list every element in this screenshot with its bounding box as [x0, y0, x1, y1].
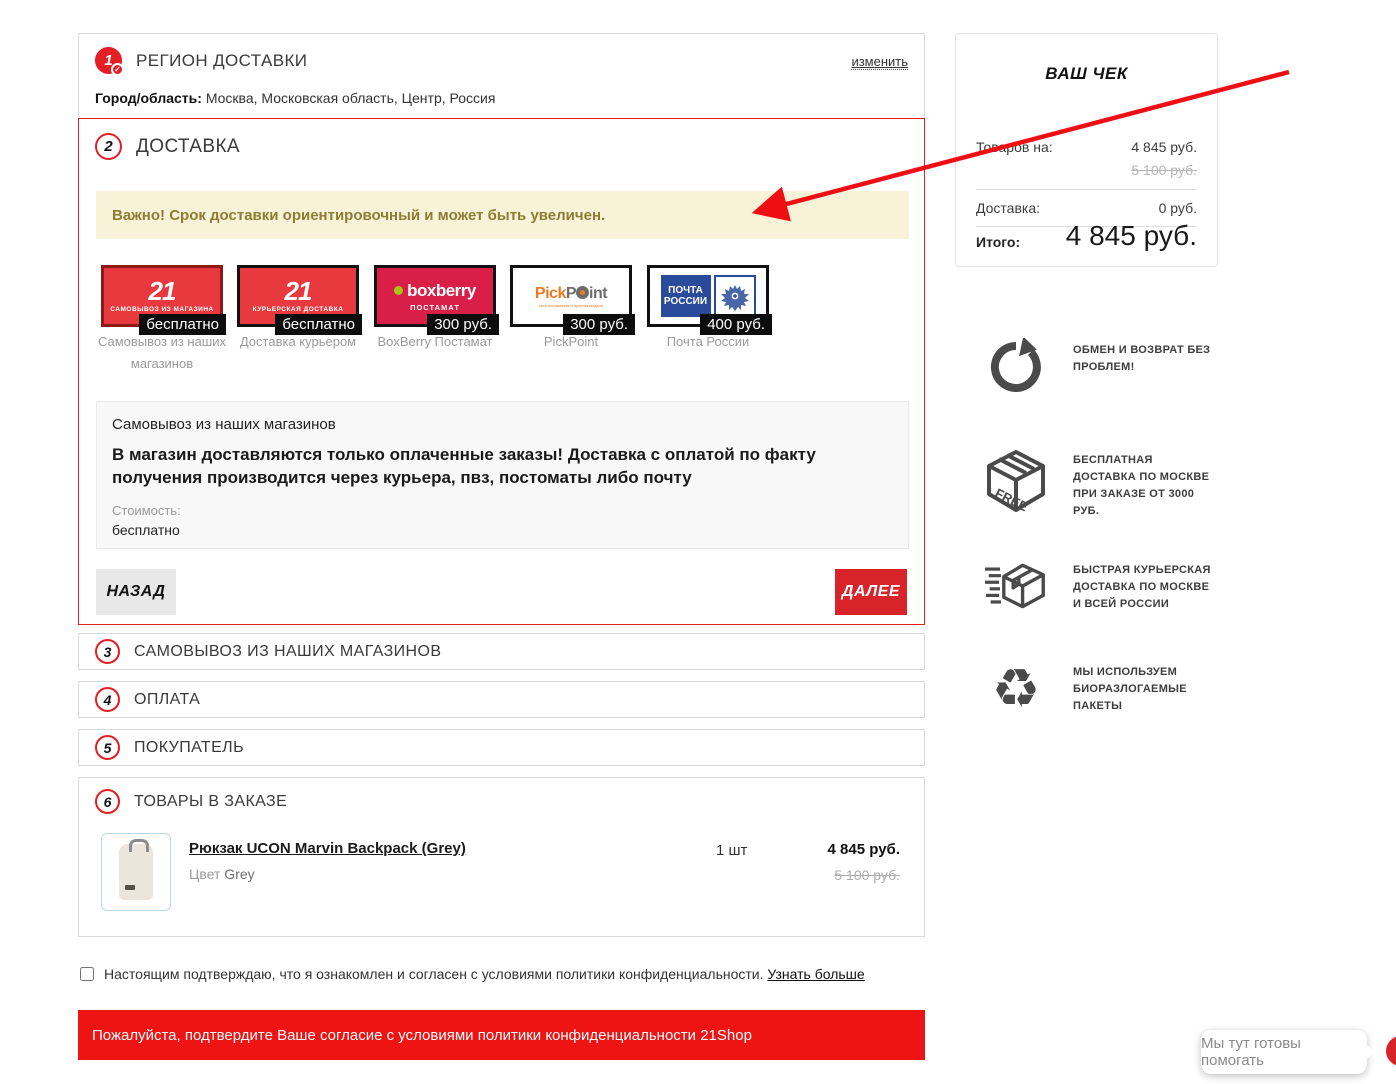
section-order-items: 6 ТОВАРЫ В ЗАКАЗЕ Рюкзак UCON Marvin Bac…: [78, 777, 925, 937]
benefit-exchange: ОБМЕН И ВОЗВРАТ БЕЗ ПРОБЛЕМ!: [985, 338, 1220, 396]
consent-alert-banner: Пожалуйста, подтвердите Ваше согласие с …: [78, 1010, 925, 1060]
region-value: Москва, Московская область, Центр, Росси…: [205, 90, 496, 106]
chat-launcher-button[interactable]: [1386, 1036, 1396, 1066]
learn-more-link[interactable]: Узнать больше: [767, 966, 864, 982]
chat-helper-bubble[interactable]: Мы тут готовы помогать: [1201, 1030, 1367, 1074]
section-delivery: 2 ДОСТАВКА Важно! Срок доставки ориентир…: [78, 118, 925, 625]
russian-post-eagle-icon: [713, 275, 756, 317]
russian-post-label: Почта России: [666, 334, 750, 349]
step-2-badge: 2: [95, 133, 122, 160]
receipt-divider: [976, 189, 1197, 190]
step-6-badge: 6: [95, 789, 120, 814]
receipt-delivery-value: 0 руб.: [1158, 200, 1197, 216]
benefit-biodegradable: ♻ МЫ ИСПОЛЬЗУЕМ БИОРАЗЛОГАЕМЫЕ ПАКЕТЫ: [985, 660, 1220, 718]
receipt-items-old-value: 5 100 руб.: [1131, 162, 1197, 178]
receipt-items-label: Товаров на:: [976, 139, 1053, 155]
free-box-icon: FREE: [985, 448, 1047, 514]
back-button[interactable]: НАЗАД: [96, 569, 176, 615]
step-4-badge: 4: [95, 687, 120, 712]
recycle-icon: ♻: [991, 657, 1041, 720]
delivery-option-courier[interactable]: 21 КУРЬЕРСКАЯ ДОСТАВКА бесплатно: [237, 265, 362, 335]
delivery-warning-banner: Важно! Срок доставки ориентировочный и м…: [96, 191, 909, 239]
receipt-panel: ВАШ ЧЕК Товаров на: 4 845 руб. 5 100 руб…: [955, 33, 1218, 267]
region-value-line: Город/область: Москва, Московская област…: [95, 90, 495, 106]
receipt-total-label: Итого:: [976, 234, 1021, 250]
backpack-image: [119, 839, 153, 900]
section-customer-title: ПОКУПАТЕЛЬ: [134, 738, 244, 756]
pickup-label: Самовывоз из наших магазинов: [97, 334, 227, 371]
product-quantity: 1 шт: [716, 842, 748, 859]
section-region: 1 ✓ РЕГИОН ДОСТАВКИ изменить Город/облас…: [78, 33, 925, 120]
product-color: Цвет Grey: [189, 866, 255, 882]
receipt-delivery-label: Доставка:: [976, 200, 1041, 216]
boxberry-dot-icon: [394, 286, 404, 295]
change-region-link[interactable]: изменить: [851, 54, 908, 70]
section-order-items-title: ТОВАРЫ В ЗАКАЗЕ: [134, 792, 288, 810]
section-region-title: РЕГИОН ДОСТАВКИ: [136, 50, 308, 70]
chat-helper-text: Мы тут готовы помогать: [1201, 1035, 1301, 1069]
consent-row: Настоящим подтверждаю, что я ознакомлен …: [80, 966, 865, 982]
product-title-link[interactable]: Рюкзак UCON Marvin Backpack (Grey): [189, 840, 466, 857]
product-thumbnail[interactable]: [101, 833, 171, 911]
check-icon: ✓: [111, 63, 124, 76]
delivery-option-pickup[interactable]: 21 САМОВЫВОЗ ИЗ МАГАЗИНА бесплатно: [101, 265, 226, 335]
section-delivery-title: ДОСТАВКА: [136, 135, 240, 157]
boxberry-logo[interactable]: boxberry ПОСТАМАТ 300 руб.: [374, 265, 499, 335]
delivery-warning-text: Важно! Срок доставки ориентировочный и м…: [112, 206, 606, 224]
benefit-free-delivery: FREE БЕСПЛАТНАЯ ДОСТАВКА ПО МОСКВЕ ПРИ З…: [985, 448, 1220, 520]
benefit-fast-courier: БЫСТРАЯ КУРЬЕРСКАЯ ДОСТАВКА ПО МОСКВЕ И …: [985, 558, 1220, 614]
step-1-badge: 1 ✓: [95, 47, 124, 76]
section-store-pickup-title: САМОВЫВОЗ ИЗ НАШИХ МАГАЗИНОВ: [134, 642, 442, 660]
russian-post-logo[interactable]: ПОЧТА РОССИИ 400 руб.: [647, 265, 772, 335]
step-2-number: 2: [104, 138, 113, 155]
consent-text: Настоящим подтверждаю, что я ознакомлен …: [104, 966, 865, 982]
section-payment-title: ОПЛАТА: [134, 690, 201, 708]
courier-label: Доставка курьером: [239, 334, 357, 349]
pickpoint-o-icon: [576, 285, 590, 299]
product-old-price: 5 100 руб.: [834, 867, 900, 883]
selected-delivery-description: В магазин доставляются только оплаченные…: [112, 445, 816, 487]
pickpoint-label: PickPoint: [543, 334, 599, 349]
next-button[interactable]: ДАЛЕЕ: [835, 569, 907, 615]
exchange-arrows-icon: [985, 338, 1047, 396]
step-5-badge: 5: [95, 735, 120, 760]
cost-label: Стоимость:: [112, 503, 181, 518]
checkout-page: 1 ✓ РЕГИОН ДОСТАВКИ изменить Город/облас…: [0, 0, 1396, 1084]
receipt-title: ВАШ ЧЕК: [1045, 64, 1128, 83]
courier-21shop-logo[interactable]: 21 КУРЬЕРСКАЯ ДОСТАВКА бесплатно: [237, 265, 362, 335]
region-label: Город/область:: [95, 90, 202, 106]
pickup-21shop-logo[interactable]: 21 САМОВЫВОЗ ИЗ МАГАЗИНА бесплатно: [101, 265, 226, 335]
selected-delivery-info: Самовывоз из наших магазинов В магазин д…: [96, 401, 909, 549]
pickpoint-logo[interactable]: PickP int сеть постаматов и пунктов выдач…: [510, 265, 635, 335]
selected-delivery-title: Самовывоз из наших магазинов: [112, 416, 336, 433]
receipt-total-value: 4 845 руб.: [1065, 220, 1197, 251]
boxberry-label: BoxBerry Постамат: [377, 334, 493, 349]
fast-delivery-icon: [985, 558, 1047, 614]
product-price: 4 845 руб.: [827, 841, 900, 858]
delivery-option-boxberry[interactable]: boxberry ПОСТАМАТ 300 руб.: [374, 265, 499, 335]
section-store-pickup[interactable]: 3 САМОВЫВОЗ ИЗ НАШИХ МАГАЗИНОВ: [78, 633, 925, 670]
consent-alert-text: Пожалуйста, подтвердите Ваше согласие с …: [92, 1026, 752, 1044]
cost-value: бесплатно: [112, 522, 180, 538]
delivery-option-pickpoint[interactable]: PickP int сеть постаматов и пунктов выдач…: [510, 265, 635, 335]
section-payment[interactable]: 4 ОПЛАТА: [78, 681, 925, 718]
step-3-badge: 3: [95, 639, 120, 664]
receipt-items-value: 4 845 руб.: [1131, 139, 1197, 155]
consent-checkbox[interactable]: [80, 967, 94, 981]
delivery-option-russian-post[interactable]: ПОЧТА РОССИИ 400 руб.: [647, 265, 772, 335]
section-customer[interactable]: 5 ПОКУПАТЕЛЬ: [78, 729, 925, 766]
